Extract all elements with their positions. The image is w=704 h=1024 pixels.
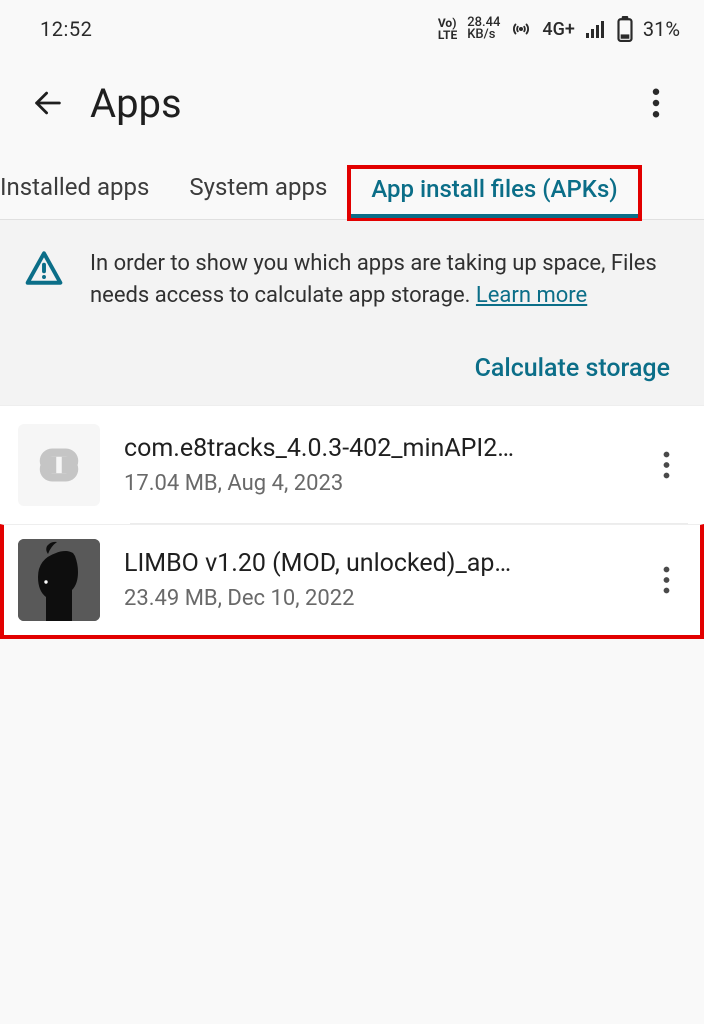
tab-installed-apps[interactable]: Installed apps xyxy=(0,173,169,219)
page-title: Apps xyxy=(90,80,634,127)
apk-file-meta: 23.49 MB, Dec 10, 2022 xyxy=(124,586,644,611)
tab-app-install-files[interactable]: App install files (APKs) xyxy=(347,165,641,221)
status-bar: 12:52 Vo) LTE 28.44 KB/s 4G+ xyxy=(0,0,704,58)
apk-file-name: com.e8tracks_4.0.3-402_minAPI2… xyxy=(124,434,584,463)
apk-row[interactable]: com.e8tracks_4.0.3-402_minAPI2… 17.04 MB… xyxy=(0,406,704,524)
active-tab-indicator xyxy=(351,214,637,218)
more-options-button[interactable] xyxy=(634,81,678,125)
row-more-button[interactable] xyxy=(644,443,688,487)
warning-icon xyxy=(24,250,64,312)
status-time: 12:52 xyxy=(40,17,92,41)
hotspot-icon xyxy=(510,18,532,40)
back-button[interactable] xyxy=(26,81,70,125)
tab-system-apps[interactable]: System apps xyxy=(169,173,347,219)
apk-file-name: LIMBO v1.20 (MOD, unlocked)_ap… xyxy=(124,549,584,578)
app-thumbnail xyxy=(18,424,100,506)
more-vert-icon xyxy=(663,451,670,479)
learn-more-link[interactable]: Learn more xyxy=(476,283,587,308)
arrow-left-icon xyxy=(31,86,65,120)
network-type: 4G+ xyxy=(542,19,574,40)
more-vert-icon xyxy=(652,88,660,118)
status-right: Vo) LTE 28.44 KB/s 4G+ xyxy=(438,16,680,42)
apk-list: com.e8tracks_4.0.3-402_minAPI2… 17.04 MB… xyxy=(0,406,704,639)
tab-app-install-files-label: App install files (APKs) xyxy=(371,175,617,203)
apk-row[interactable]: LIMBO v1.20 (MOD, unlocked)_ap… 23.49 MB… xyxy=(0,524,704,639)
apk-file-meta: 17.04 MB, Aug 4, 2023 xyxy=(124,471,644,496)
app-header: Apps xyxy=(0,58,704,148)
app-thumbnail xyxy=(18,539,100,621)
limbo-icon xyxy=(18,539,100,621)
banner-text: In order to show you which apps are taki… xyxy=(90,248,676,312)
row-more-button[interactable] xyxy=(644,558,688,602)
more-vert-icon xyxy=(663,566,670,594)
battery-percent: 31% xyxy=(643,17,680,41)
net-speed: 28.44 KB/s xyxy=(467,17,500,41)
volte-icon: Vo) LTE xyxy=(438,17,457,41)
battery-icon xyxy=(617,16,633,42)
link-icon xyxy=(26,432,92,498)
signal-icon xyxy=(585,19,607,39)
storage-access-banner: In order to show you which apps are taki… xyxy=(0,220,704,406)
calculate-storage-button[interactable]: Calculate storage xyxy=(475,354,670,383)
tab-bar: Installed apps System apps App install f… xyxy=(0,148,704,220)
